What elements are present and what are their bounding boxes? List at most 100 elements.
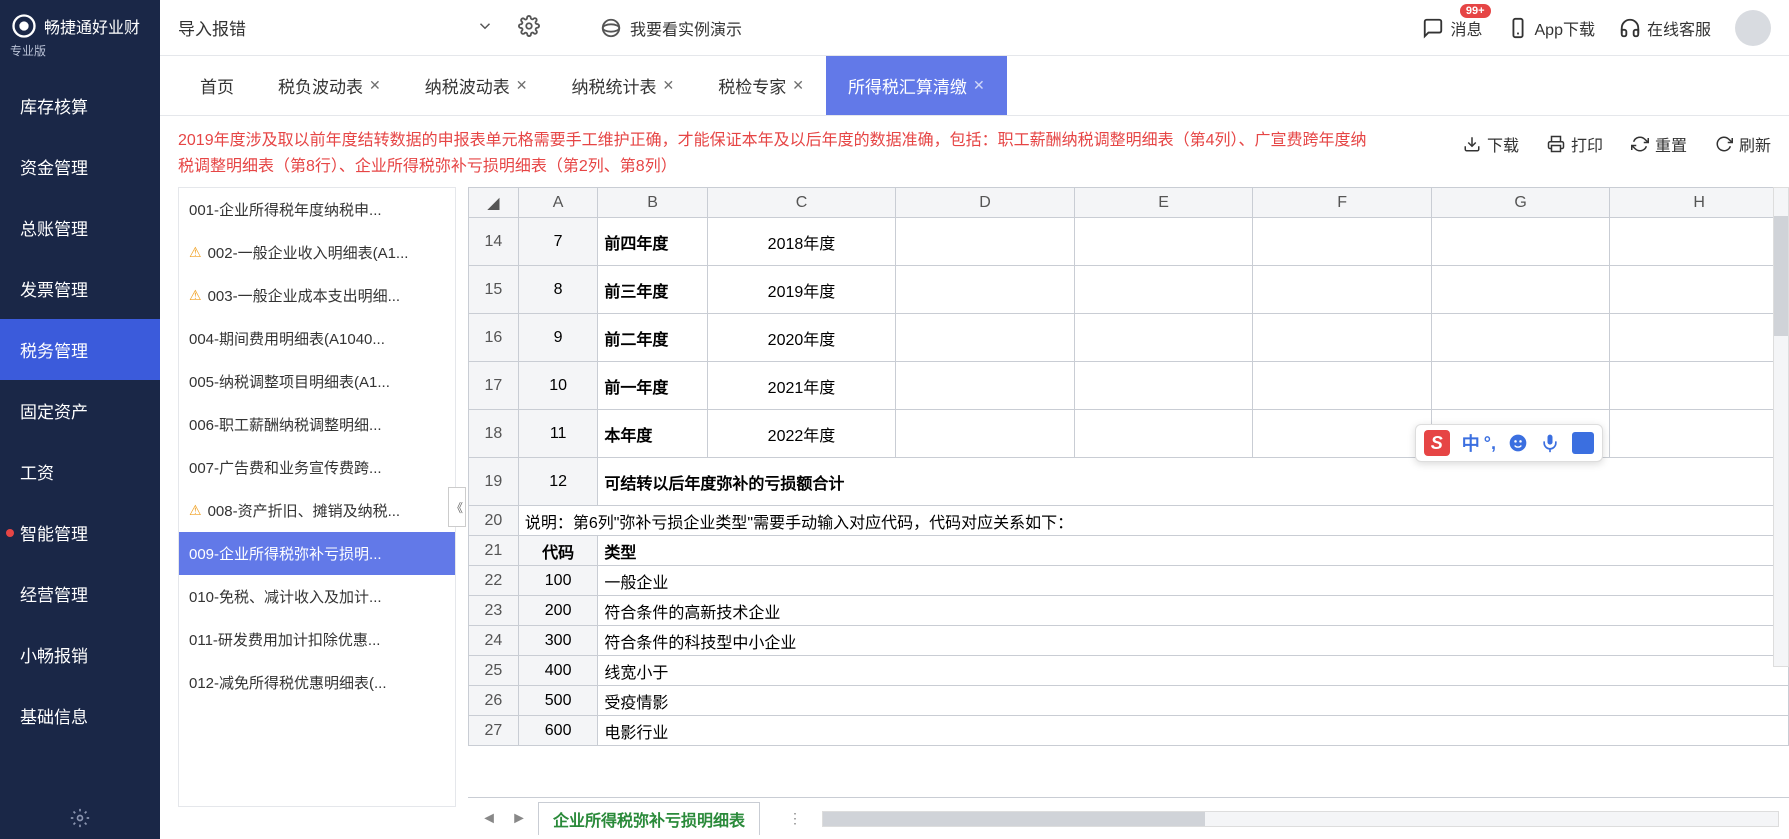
- close-icon[interactable]: ✕: [369, 77, 381, 94]
- row-header[interactable]: 17: [469, 362, 519, 410]
- cell[interactable]: 2020年度: [707, 314, 896, 362]
- cell[interactable]: 线宽小于: [598, 656, 1789, 686]
- close-icon[interactable]: ✕: [973, 77, 985, 94]
- reset-button[interactable]: 重置: [1631, 132, 1687, 156]
- app-download-button[interactable]: App下载: [1507, 16, 1595, 40]
- column-header[interactable]: C: [707, 188, 896, 218]
- sheet-nav-prev[interactable]: ◄: [478, 808, 500, 830]
- row-header[interactable]: 18: [469, 410, 519, 458]
- collapse-handle[interactable]: 《: [448, 487, 466, 527]
- sidebar-item[interactable]: 库存核算: [0, 75, 160, 136]
- active-sheet-tab[interactable]: 企业所得税弥补亏损明细表: [538, 802, 760, 835]
- row-header[interactable]: 25: [469, 656, 519, 686]
- cell[interactable]: [896, 314, 1075, 362]
- sidebar-item[interactable]: 小畅报销: [0, 624, 160, 685]
- cell[interactable]: 前一年度: [598, 362, 707, 410]
- sidebar-item[interactable]: 资金管理: [0, 136, 160, 197]
- sheet-list-item[interactable]: 007-广告费和业务宣传费跨...: [179, 446, 455, 489]
- tab[interactable]: 纳税波动表✕: [403, 56, 550, 115]
- sheet-list-item[interactable]: 005-纳税调整项目明细表(A1...: [179, 360, 455, 403]
- horizontal-scrollbar[interactable]: [822, 811, 1779, 827]
- sidebar-item[interactable]: 基础信息: [0, 685, 160, 746]
- sheet-list-item[interactable]: 004-期间费用明细表(A1040...: [179, 317, 455, 360]
- column-header[interactable]: H: [1610, 188, 1789, 218]
- sheet-list-item[interactable]: 012-减免所得税优惠明细表(...: [179, 661, 455, 704]
- print-button[interactable]: 打印: [1547, 132, 1603, 156]
- tab[interactable]: 首页: [178, 56, 256, 115]
- cell[interactable]: [896, 410, 1075, 458]
- cell[interactable]: [1074, 410, 1253, 458]
- cell[interactable]: 11: [518, 410, 598, 458]
- chevron-down-icon[interactable]: [476, 17, 494, 38]
- ime-lang[interactable]: 中 °,: [1462, 430, 1496, 456]
- column-header[interactable]: E: [1074, 188, 1253, 218]
- cell[interactable]: 前四年度: [598, 218, 707, 266]
- cell[interactable]: [1431, 314, 1610, 362]
- sheet-list-item[interactable]: 011-研发费用加计扣除优惠...: [179, 618, 455, 661]
- tab[interactable]: 税负波动表✕: [256, 56, 403, 115]
- row-header[interactable]: 14: [469, 218, 519, 266]
- close-icon[interactable]: ✕: [792, 77, 804, 94]
- column-header[interactable]: G: [1431, 188, 1610, 218]
- cell[interactable]: 10: [518, 362, 598, 410]
- tab[interactable]: 所得税汇算清缴✕: [826, 56, 1007, 115]
- cell[interactable]: 2018年度: [707, 218, 896, 266]
- cell[interactable]: 一般企业: [598, 566, 1789, 596]
- ime-emoji-icon[interactable]: [1508, 433, 1528, 453]
- cell[interactable]: [1253, 218, 1432, 266]
- cell[interactable]: 前三年度: [598, 266, 707, 314]
- cell[interactable]: [896, 266, 1075, 314]
- sheet-list-item[interactable]: 006-职工薪酬纳税调整明细...: [179, 403, 455, 446]
- cell[interactable]: 200: [518, 596, 598, 626]
- tab[interactable]: 纳税统计表✕: [549, 56, 696, 115]
- cell[interactable]: 2021年度: [707, 362, 896, 410]
- sidebar-item[interactable]: 总账管理: [0, 197, 160, 258]
- tab[interactable]: 税检专家✕: [696, 56, 826, 115]
- row-header[interactable]: 22: [469, 566, 519, 596]
- sheet-list-item[interactable]: ⚠003-一般企业成本支出明细...: [179, 274, 455, 317]
- cell[interactable]: [1253, 410, 1432, 458]
- cell[interactable]: 电影行业: [598, 716, 1789, 746]
- cell[interactable]: 12: [518, 458, 598, 506]
- messages-button[interactable]: 消息 99+: [1422, 16, 1482, 40]
- sheet-list-item[interactable]: ⚠008-资产折旧、摊销及纳税...: [179, 489, 455, 532]
- cell[interactable]: [1610, 410, 1789, 458]
- sidebar-item[interactable]: 工资: [0, 441, 160, 502]
- sheet-list-item[interactable]: 010-免税、减计收入及加计...: [179, 575, 455, 618]
- row-header[interactable]: 19: [469, 458, 519, 506]
- sidebar-item[interactable]: 智能管理: [0, 502, 160, 563]
- cell[interactable]: 代码: [518, 536, 598, 566]
- cell[interactable]: [1074, 314, 1253, 362]
- cell[interactable]: [1610, 362, 1789, 410]
- cell[interactable]: 8: [518, 266, 598, 314]
- ime-mic-icon[interactable]: [1540, 433, 1560, 453]
- cell[interactable]: [1074, 218, 1253, 266]
- cell[interactable]: 500: [518, 686, 598, 716]
- avatar[interactable]: [1735, 10, 1771, 46]
- cell[interactable]: 600: [518, 716, 598, 746]
- cell[interactable]: 符合条件的高新技术企业: [598, 596, 1789, 626]
- cell[interactable]: [1074, 362, 1253, 410]
- demo-link[interactable]: 我要看实例演示: [600, 16, 742, 40]
- cell[interactable]: 前二年度: [598, 314, 707, 362]
- column-header[interactable]: F: [1253, 188, 1432, 218]
- cell[interactable]: [1431, 218, 1610, 266]
- cell[interactable]: [1253, 314, 1432, 362]
- column-header[interactable]: A: [518, 188, 598, 218]
- cell[interactable]: [1431, 266, 1610, 314]
- cell[interactable]: [896, 362, 1075, 410]
- cell[interactable]: 9: [518, 314, 598, 362]
- cell[interactable]: 100: [518, 566, 598, 596]
- row-header[interactable]: 20: [469, 506, 519, 536]
- sheet-nav-next[interactable]: ►: [508, 808, 530, 830]
- ime-keyboard-icon[interactable]: [1572, 432, 1594, 454]
- cell[interactable]: 符合条件的科技型中小企业: [598, 626, 1789, 656]
- sheet-menu-icon[interactable]: ⋮: [788, 810, 804, 827]
- support-button[interactable]: 在线客服: [1619, 16, 1711, 40]
- gear-icon[interactable]: [518, 15, 540, 40]
- cell[interactable]: [1074, 266, 1253, 314]
- cell[interactable]: 受疫情影: [598, 686, 1789, 716]
- cell[interactable]: [1253, 266, 1432, 314]
- vertical-scrollbar[interactable]: [1773, 187, 1789, 667]
- row-header[interactable]: 27: [469, 716, 519, 746]
